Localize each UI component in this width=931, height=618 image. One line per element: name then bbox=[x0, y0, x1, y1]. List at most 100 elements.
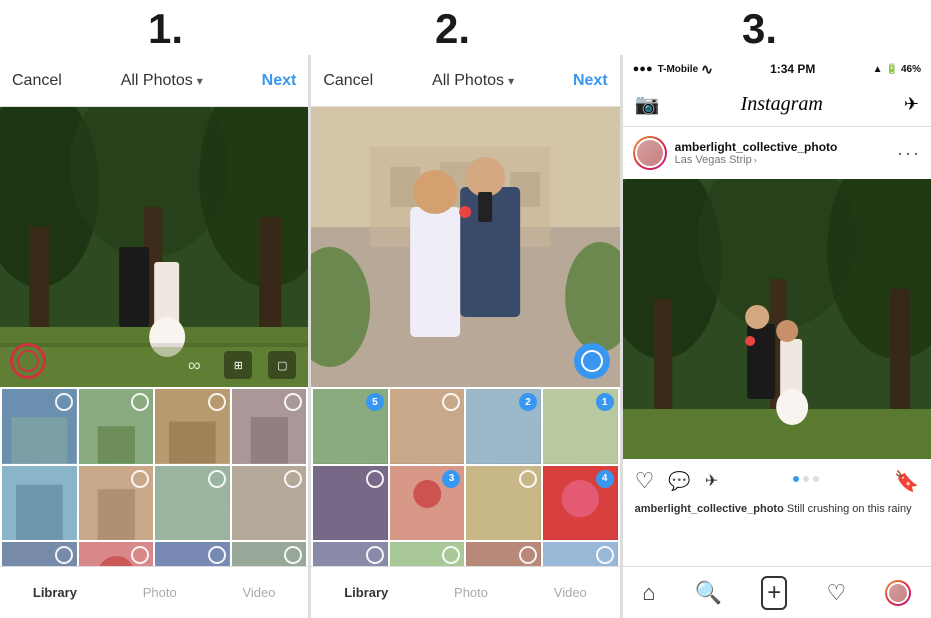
panels-container: Cancel All Photos ▾ Next bbox=[0, 55, 931, 618]
infinity-icon[interactable]: ∞ bbox=[180, 351, 208, 379]
comment-button[interactable]: 💬 bbox=[668, 471, 690, 492]
step-number-1: 1. bbox=[148, 5, 183, 53]
chevron-down-icon-2: ▾ bbox=[508, 74, 514, 88]
panel-3: ●●● T-Mobile ∿ 1:34 PM ▲ 🔋 46% 📷 Instagr… bbox=[623, 55, 931, 618]
tab-library-1[interactable]: Library bbox=[33, 585, 77, 600]
nav-profile-icon[interactable] bbox=[885, 580, 911, 606]
nav-avatar bbox=[887, 582, 909, 604]
like-button[interactable]: ♡ bbox=[635, 468, 655, 494]
thumb-select bbox=[366, 470, 384, 488]
tab-video-2[interactable]: Video bbox=[554, 585, 587, 600]
thumbnail-item[interactable] bbox=[79, 466, 154, 541]
thumbnail-item[interactable]: 3 bbox=[390, 466, 465, 541]
step-number-2: 2. bbox=[435, 5, 470, 53]
share-button[interactable]: ✈ bbox=[705, 471, 718, 491]
thumb-select-3 bbox=[208, 393, 226, 411]
time-display: 1:34 PM bbox=[770, 62, 815, 76]
thumbnail-item[interactable]: 1 bbox=[543, 389, 618, 464]
select-circle-2[interactable] bbox=[574, 343, 610, 379]
more-options-button[interactable]: ··· bbox=[897, 144, 921, 162]
thumb-select bbox=[519, 470, 537, 488]
grid-icon[interactable]: ⊞ bbox=[224, 351, 252, 379]
tab-photo-1[interactable]: Photo bbox=[143, 585, 177, 600]
post-info: amberlight_collective_photo Las Vegas St… bbox=[675, 140, 889, 166]
thumbnail-item[interactable]: 2 bbox=[466, 389, 541, 464]
album-selector-1[interactable]: All Photos ▾ bbox=[121, 72, 203, 90]
thumbnail-item[interactable] bbox=[2, 389, 77, 464]
post-actions: ♡ 💬 ✈ 🔖 bbox=[623, 459, 931, 503]
thumbnail-item[interactable] bbox=[390, 389, 465, 464]
cancel-button-1[interactable]: Cancel bbox=[12, 72, 62, 90]
thumb-select-1 bbox=[55, 393, 73, 411]
select-circle-inner-2 bbox=[581, 350, 603, 372]
thumb-select bbox=[366, 546, 384, 564]
thumb-select-11 bbox=[208, 546, 226, 564]
tab-library-2[interactable]: Library bbox=[344, 585, 388, 600]
tab-photo-2[interactable]: Photo bbox=[454, 585, 488, 600]
thumbnail-item[interactable] bbox=[79, 389, 154, 464]
thumb-badge: 2 bbox=[519, 393, 537, 411]
thumbnail-item[interactable]: 4 bbox=[543, 466, 618, 541]
direct-icon[interactable]: ✈ bbox=[904, 94, 919, 115]
nav-home-icon[interactable]: ⌂ bbox=[642, 580, 655, 606]
nav-search-icon[interactable]: 🔍 bbox=[695, 580, 722, 606]
status-bar: ●●● T-Mobile ∿ 1:34 PM ▲ 🔋 46% bbox=[623, 55, 931, 83]
main-photo-1: ∞ ⊞ ▢ bbox=[0, 107, 308, 387]
instagram-nav: ⌂ 🔍 + ♡ bbox=[623, 566, 931, 618]
bookmark-button[interactable]: 🔖 bbox=[894, 469, 919, 494]
post-location[interactable]: Las Vegas Strip › bbox=[675, 154, 889, 166]
thumb-select bbox=[596, 546, 614, 564]
thumbnail-item[interactable]: 5 bbox=[313, 389, 388, 464]
status-right: ▲ 🔋 46% bbox=[873, 64, 921, 75]
nav-add-icon[interactable]: + bbox=[761, 576, 787, 610]
thumb-badge: 3 bbox=[442, 470, 460, 488]
thumbnail-item[interactable] bbox=[2, 466, 77, 541]
panel-1-header: Cancel All Photos ▾ Next bbox=[0, 55, 308, 107]
post-username[interactable]: amberlight_collective_photo bbox=[675, 140, 889, 154]
main-photo-svg-2 bbox=[311, 107, 619, 387]
tab-video-1[interactable]: Video bbox=[242, 585, 275, 600]
thumbnail-item[interactable] bbox=[155, 466, 230, 541]
post-image-svg bbox=[623, 179, 931, 459]
thumb-select-7 bbox=[208, 470, 226, 488]
post-header: amberlight_collective_photo Las Vegas St… bbox=[623, 127, 931, 179]
dot-2 bbox=[803, 476, 809, 482]
cancel-button-2[interactable]: Cancel bbox=[323, 72, 373, 90]
thumbnail-item[interactable] bbox=[466, 466, 541, 541]
album-label-2: All Photos bbox=[432, 72, 504, 90]
instagram-logo: Instagram bbox=[741, 93, 823, 116]
location-chevron-icon: › bbox=[754, 155, 757, 165]
thumbnail-item[interactable] bbox=[232, 389, 307, 464]
thumb-select-6 bbox=[131, 470, 149, 488]
user-avatar[interactable] bbox=[633, 136, 667, 170]
crop-icon[interactable]: ▢ bbox=[268, 351, 296, 379]
album-selector-2[interactable]: All Photos ▾ bbox=[432, 72, 514, 90]
chevron-down-icon-1: ▾ bbox=[197, 74, 203, 88]
step-number-3: 3. bbox=[742, 5, 777, 53]
dot-3 bbox=[813, 476, 819, 482]
thumbnail-item[interactable] bbox=[313, 466, 388, 541]
carrier-name: T-Mobile bbox=[658, 64, 699, 75]
thumb-badge: 4 bbox=[596, 470, 614, 488]
thumb-badge: 5 bbox=[366, 393, 384, 411]
tab-bar-2: Library Photo Video bbox=[311, 566, 619, 618]
post-caption: amberlight_collective_photo Still crushi… bbox=[623, 503, 931, 519]
next-button-1[interactable]: Next bbox=[262, 72, 297, 90]
thumb-badge: 1 bbox=[596, 393, 614, 411]
album-label-1: All Photos bbox=[121, 72, 193, 90]
nav-heart-icon[interactable]: ♡ bbox=[826, 580, 846, 606]
camera-icon[interactable]: 📷 bbox=[635, 92, 660, 117]
location-label: Las Vegas Strip bbox=[675, 154, 752, 166]
panel-2-header: Cancel All Photos ▾ Next bbox=[311, 55, 619, 107]
panel-2: Cancel All Photos ▾ Next bbox=[311, 55, 620, 618]
post-image bbox=[623, 179, 931, 459]
location-icon: ▲ bbox=[873, 64, 883, 75]
thumb-select-8 bbox=[284, 470, 302, 488]
tab-bar-1: Library Photo Video bbox=[0, 566, 308, 618]
status-left: ●●● T-Mobile ∿ bbox=[633, 61, 713, 78]
thumbnail-item[interactable] bbox=[155, 389, 230, 464]
next-button-2[interactable]: Next bbox=[573, 72, 608, 90]
wifi-icon: ∿ bbox=[701, 61, 713, 78]
photo-toolbar-1: ∞ ⊞ ▢ bbox=[0, 343, 308, 387]
thumbnail-item[interactable] bbox=[232, 466, 307, 541]
